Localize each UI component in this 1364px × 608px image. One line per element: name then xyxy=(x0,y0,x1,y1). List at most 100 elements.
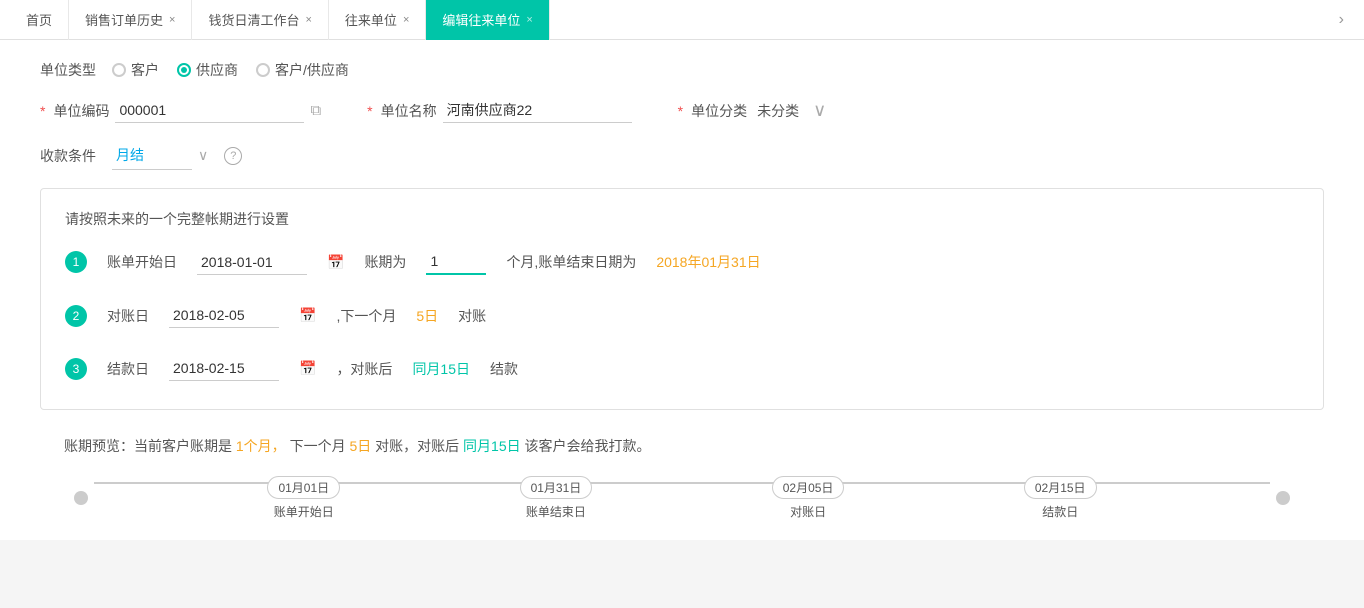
step-highlight-1: 2018年01月31日 xyxy=(656,252,760,272)
step-label-2: 对账日 xyxy=(107,306,149,326)
preview-middle: 下一个月 xyxy=(290,438,346,454)
unit-code-group: * 单位编码 ⧉ xyxy=(40,98,321,123)
page-content: 单位类型 客户 供应商 客户/供应商 * 单位编码 ⧉ * 单位名称 xyxy=(0,40,1364,540)
timeline: 01月01日 账单开始日 01月31日 账单结束日 02月05日 对账日 02月… xyxy=(64,476,1300,520)
tab-sales-history[interactable]: 销售订单历史 × xyxy=(69,0,192,40)
preview-suffix: 该客户会给我打款。 xyxy=(525,438,651,454)
step-num-3: 3 xyxy=(65,358,87,380)
step-suffix-after-2: 对账 xyxy=(458,306,486,326)
payment-terms-dropdown[interactable]: 月结 ∨ xyxy=(112,141,208,170)
tl-node-4: 02月15日 结款日 xyxy=(1024,476,1097,520)
tab-edit-partner-label: 编辑往来单位 xyxy=(442,10,520,29)
tl-date-1: 01月01日 xyxy=(267,476,340,499)
tl-date-4: 02月15日 xyxy=(1024,476,1097,499)
tab-partner-close[interactable]: × xyxy=(403,14,409,26)
tab-more-button[interactable]: › xyxy=(1329,11,1354,29)
tab-edit-partner[interactable]: 编辑往来单位 × xyxy=(426,0,549,40)
unit-name-group: * 单位名称 xyxy=(367,98,631,123)
tab-bar: 首页 销售订单历史 × 钱货日清工作台 × 往来单位 × 编辑往来单位 × › xyxy=(0,0,1364,40)
tab-home[interactable]: 首页 xyxy=(10,0,69,40)
step-row-3: 3 结款日 📅 ，对账后 同月15日 结款 xyxy=(65,356,1299,381)
step-date-1[interactable] xyxy=(197,250,307,275)
radio-customer-circle xyxy=(112,63,126,77)
tab-cash-work[interactable]: 钱货日清工作台 × xyxy=(192,0,328,40)
section-desc: 请按照未来的一个完整帐期进行设置 xyxy=(65,209,1299,229)
radio-customer[interactable]: 客户 xyxy=(112,60,159,80)
step-label-3: 结款日 xyxy=(107,359,149,379)
tl-node-1: 01月01日 账单开始日 xyxy=(267,476,340,520)
payment-terms-help[interactable]: ? xyxy=(224,147,242,165)
radio-customer-label: 客户 xyxy=(131,60,159,80)
timeline-end-dot xyxy=(1276,491,1290,505)
radio-supplier-circle xyxy=(177,63,191,77)
tl-node-3: 02月05日 对账日 xyxy=(772,476,845,520)
radio-supplier-label: 供应商 xyxy=(196,60,238,80)
unit-code-star: * xyxy=(40,103,45,119)
step-row-1: 1 账单开始日 📅 账期为 个月,账单结束日期为 2018年01月31日 xyxy=(65,249,1299,275)
payment-terms-arrow[interactable]: ∨ xyxy=(198,147,208,164)
unit-category-group: * 单位分类 未分类 ∨ xyxy=(678,100,827,121)
preview-text: 账期预览：当前客户账期是 1个月， 下一个月 5日 对账，对账后 同月15日 该… xyxy=(64,436,1300,456)
unit-name-input[interactable] xyxy=(443,98,632,123)
unit-type-label: 单位类型 xyxy=(40,60,96,80)
period-input[interactable] xyxy=(426,249,486,275)
step-date-2[interactable] xyxy=(169,303,279,328)
preview-highlight1: 1个月， xyxy=(236,438,286,454)
unit-code-label: 单位编码 xyxy=(53,101,109,121)
step-row-2: 2 对账日 📅 ,下一个月 5日 对账 xyxy=(65,303,1299,328)
step-num-2: 2 xyxy=(65,305,87,327)
tl-label-1: 账单开始日 xyxy=(274,503,334,520)
preview-prefix: 账期预览：当前客户账期是 xyxy=(64,438,232,454)
section-box: 请按照未来的一个完整帐期进行设置 1 账单开始日 📅 账期为 个月,账单结束日期… xyxy=(40,188,1324,410)
tl-label-4: 结款日 xyxy=(1042,503,1078,520)
tl-date-3: 02月05日 xyxy=(772,476,845,499)
step-label-1: 账单开始日 xyxy=(107,252,177,272)
tl-date-2: 01月31日 xyxy=(520,476,593,499)
tab-partner[interactable]: 往来单位 × xyxy=(329,0,426,40)
calendar-icon-1[interactable]: 📅 xyxy=(327,254,344,271)
radio-supplier[interactable]: 供应商 xyxy=(177,60,238,80)
tab-cash-work-label: 钱货日清工作台 xyxy=(208,10,299,29)
tab-edit-partner-close[interactable]: × xyxy=(526,14,532,26)
payment-terms-label: 收款条件 xyxy=(40,146,96,166)
radio-group: 客户 供应商 客户/供应商 xyxy=(112,60,349,80)
step-num-1: 1 xyxy=(65,251,87,273)
unit-category-value: 未分类 xyxy=(757,101,799,121)
step-highlight-3: 同月15日 xyxy=(412,359,470,379)
unit-code-input[interactable] xyxy=(115,98,304,123)
unit-category-star: * xyxy=(678,103,683,119)
step-suffix-before-2: ,下一个月 xyxy=(336,306,396,326)
unit-name-label: 单位名称 xyxy=(381,101,437,121)
radio-customer-supplier[interactable]: 客户/供应商 xyxy=(256,60,349,80)
unit-code-copy-icon[interactable]: ⧉ xyxy=(310,102,321,119)
payment-terms-row: 收款条件 月结 ∨ ? xyxy=(40,141,1324,170)
step-suffix-after-3: 结款 xyxy=(490,359,518,379)
payment-terms-value: 月结 xyxy=(112,141,192,170)
preview-highlight3: 同月15日 xyxy=(463,438,521,454)
timeline-start-dot xyxy=(74,491,88,505)
calendar-icon-2[interactable]: 📅 xyxy=(299,307,316,324)
radio-customer-supplier-circle xyxy=(256,63,270,77)
unit-name-star: * xyxy=(367,103,372,119)
unit-fields-row: * 单位编码 ⧉ * 单位名称 * 单位分类 未分类 ∨ xyxy=(40,98,1324,123)
tl-node-2: 01月31日 账单结束日 xyxy=(520,476,593,520)
step-suffix-1: 个月,账单结束日期为 xyxy=(506,252,636,272)
tab-home-label: 首页 xyxy=(26,10,52,29)
tab-cash-work-close[interactable]: × xyxy=(305,14,311,26)
preview-section: 账期预览：当前客户账期是 1个月， 下一个月 5日 对账，对账后 同月15日 该… xyxy=(40,426,1324,520)
unit-category-arrow[interactable]: ∨ xyxy=(813,100,826,121)
preview-after: 对账，对账后 xyxy=(375,438,459,454)
step-date-3[interactable] xyxy=(169,356,279,381)
unit-category-label: 单位分类 xyxy=(691,101,747,121)
tab-sales-history-close[interactable]: × xyxy=(169,14,175,26)
step-suffix-before-3: ，对账后 xyxy=(336,359,392,379)
tab-partner-label: 往来单位 xyxy=(345,10,397,29)
calendar-icon-3[interactable]: 📅 xyxy=(299,360,316,377)
step-mid-label-1: 账期为 xyxy=(364,252,406,272)
unit-type-row: 单位类型 客户 供应商 客户/供应商 xyxy=(40,60,1324,80)
preview-highlight2: 5日 xyxy=(349,438,371,454)
tl-label-2: 账单结束日 xyxy=(526,503,586,520)
step-highlight-2: 5日 xyxy=(416,306,438,326)
tl-label-3: 对账日 xyxy=(790,503,826,520)
tab-sales-history-label: 销售订单历史 xyxy=(85,10,163,29)
